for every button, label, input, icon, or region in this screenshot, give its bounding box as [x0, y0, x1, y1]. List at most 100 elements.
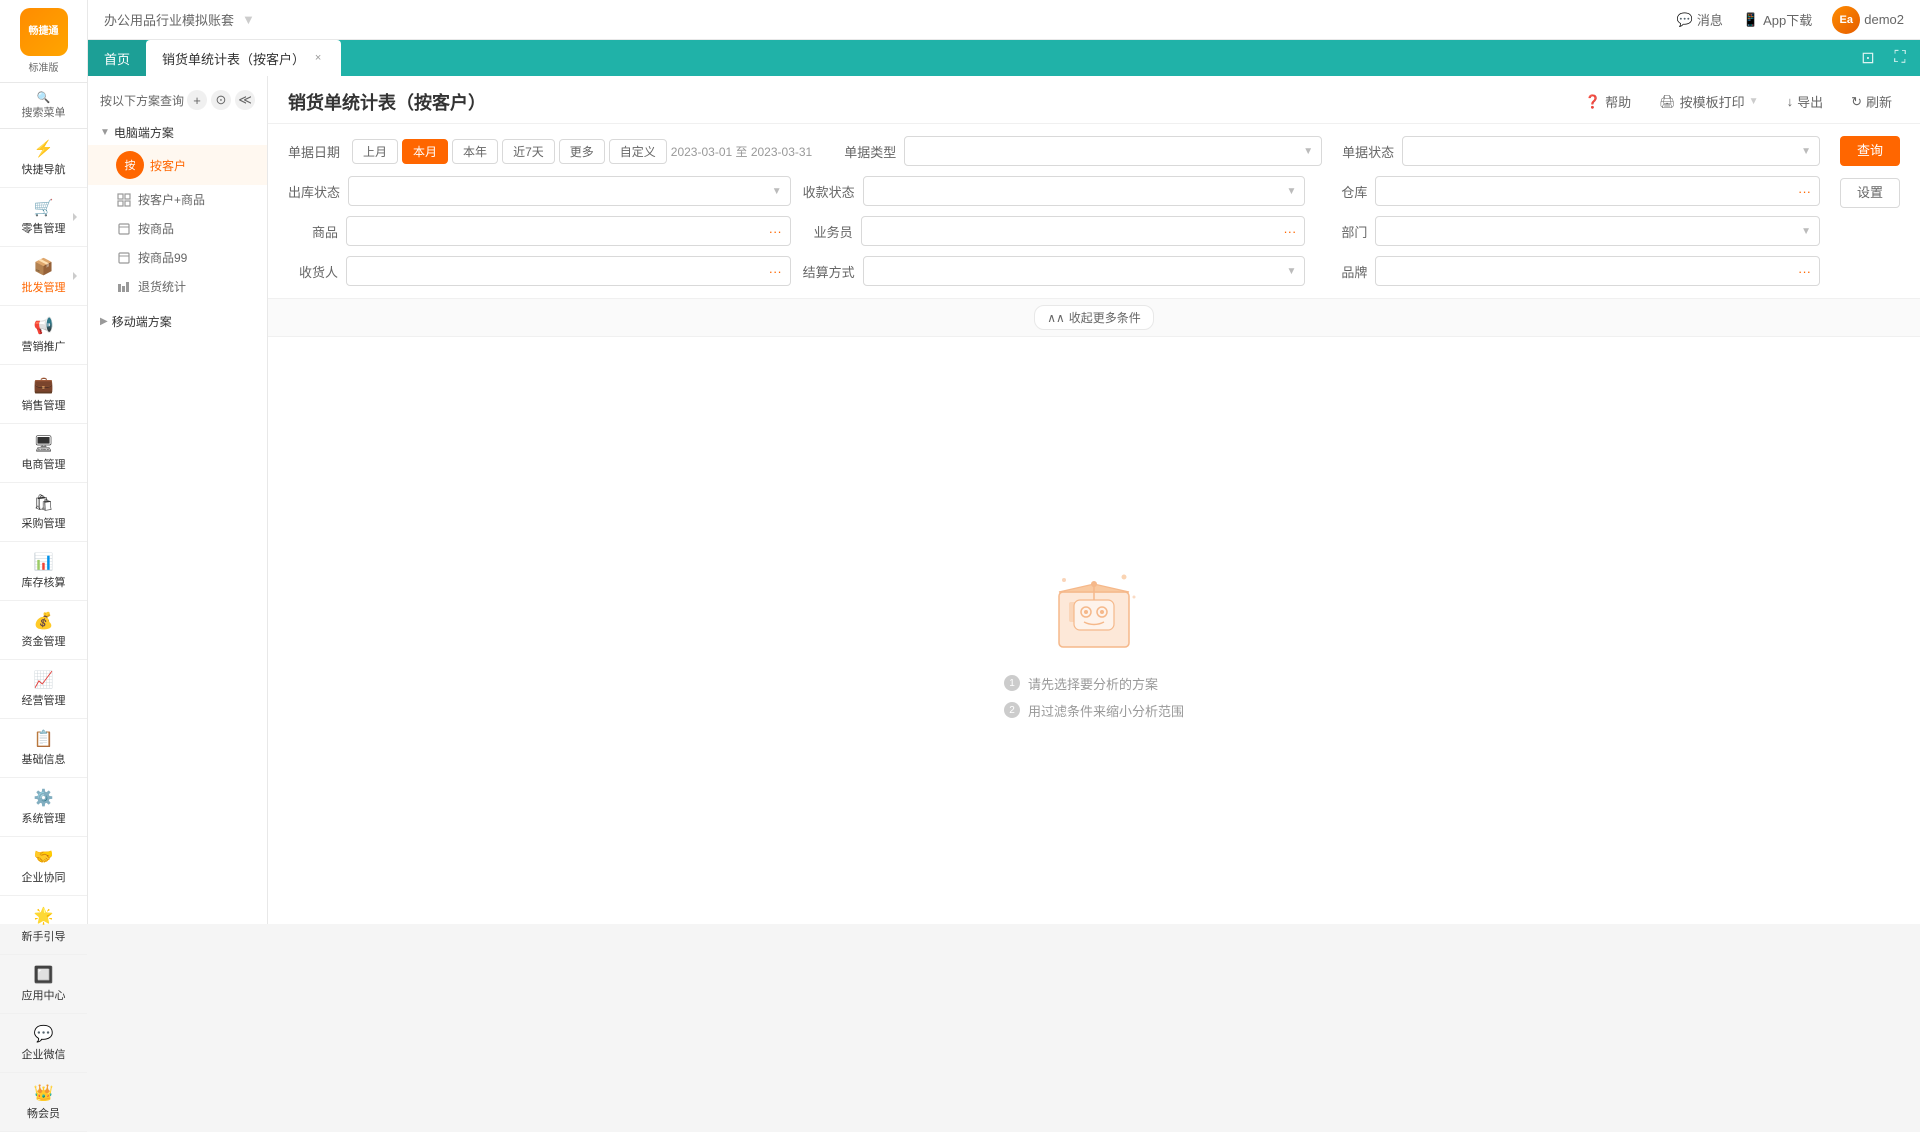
industry-label: 办公用品行业模拟账套	[104, 10, 234, 29]
member-icon: 👑	[34, 1083, 54, 1103]
product-input[interactable]: ···	[346, 216, 791, 246]
doc-status-select[interactable]: ▼	[1402, 136, 1820, 166]
date-btn-this-month[interactable]: 本月	[402, 139, 448, 164]
date-btn-custom[interactable]: 自定义	[609, 139, 667, 164]
tab-sales-stats[interactable]: 销货单统计表（按客户） ×	[146, 40, 341, 76]
tab-sales-stats-label: 销货单统计表（按客户）	[162, 49, 305, 68]
scheme-group-desktop-toggle[interactable]: ▼ 电脑端方案	[88, 120, 267, 145]
wechat-icon: 💬	[34, 1024, 54, 1044]
inventory-icon: 📊	[34, 552, 54, 572]
add-scheme-button[interactable]: +	[187, 90, 207, 110]
salesperson-input[interactable]: ···	[861, 216, 1306, 246]
sidebar-item-finance[interactable]: 💰 资金管理	[0, 601, 87, 660]
receiver-dots: ···	[769, 264, 782, 279]
help-button[interactable]: ❓ 帮助	[1577, 88, 1639, 115]
sidebar-item-marketing[interactable]: 📢 营销推广	[0, 306, 87, 365]
date-btn-last-month[interactable]: 上月	[352, 139, 398, 164]
collapse-bar: ∧∧ 收起更多条件	[268, 299, 1920, 337]
scheme-by-product-label: 按商品	[138, 220, 174, 237]
brand-input[interactable]: ···	[1375, 256, 1820, 286]
refresh-button[interactable]: ↻ 刷新	[1843, 88, 1900, 115]
tab-home[interactable]: 首页	[88, 40, 146, 76]
app-download-action[interactable]: 📱 App下载	[1743, 10, 1812, 29]
scheme-group-mobile-toggle[interactable]: ▶ 移动端方案	[88, 309, 267, 334]
finance-label: 资金管理	[22, 633, 66, 649]
department-select[interactable]: ▼	[1375, 216, 1820, 246]
ecommerce-label: 电商管理	[22, 456, 66, 472]
empty-tip-2: 2 用过滤条件来缩小分析范围	[1004, 701, 1184, 720]
payment-status-select[interactable]: ▼	[863, 176, 1306, 206]
apps-label: 应用中心	[22, 987, 66, 1003]
date-btn-this-year[interactable]: 本年	[452, 139, 498, 164]
scheme-item-customer-product[interactable]: 按客户+商品	[88, 185, 267, 214]
sidebar-item-ecommerce[interactable]: 🖥 电商管理	[0, 424, 87, 483]
desktop-group-label: 电脑端方案	[114, 124, 174, 141]
mobile-group-label: 移动端方案	[112, 313, 172, 330]
print-label: 按模板打印	[1680, 92, 1745, 111]
header-actions: 💬 消息 📱 App下载 Ea demo2	[1677, 6, 1904, 34]
tab-restore-button[interactable]: ⊡	[1856, 46, 1880, 70]
export-button[interactable]: ↓ 导出	[1779, 88, 1832, 115]
department-col: 部门 ▼	[1317, 216, 1820, 246]
print-button[interactable]: 🖨 按模板打印 ▼	[1651, 88, 1766, 115]
tip-num-1: 1	[1004, 675, 1020, 691]
warehouse-input[interactable]: ···	[1375, 176, 1820, 206]
date-btn-more[interactable]: 更多	[559, 139, 605, 164]
help-icon: ❓	[1585, 94, 1601, 110]
refresh-label: 刷新	[1866, 92, 1892, 111]
collapse-button[interactable]: ∧∧ 收起更多条件	[1034, 305, 1154, 330]
scheme-panel-title: 按以下方案查询	[100, 92, 184, 109]
member-label: 畅会员	[27, 1105, 60, 1121]
sidebar-item-wholesale[interactable]: 📦 批发管理	[0, 247, 87, 306]
scheme-item-return-stats[interactable]: 退货统计	[88, 272, 267, 301]
newbie-label: 新手引导	[22, 928, 66, 944]
sidebar: 畅捷通 标准版 🔍 搜索菜单 ⚡ 快捷导航 🛒 零售管理 📦 批发管理 📢 营销…	[0, 0, 88, 924]
purchase-label: 采购管理	[22, 515, 66, 531]
tab-maximize-button[interactable]: ⛶	[1888, 46, 1912, 70]
sidebar-item-collab[interactable]: 🤝 企业协同	[0, 837, 87, 896]
doc-type-select[interactable]: ▼	[904, 136, 1322, 166]
sidebar-item-operations[interactable]: 📈 经营管理	[0, 660, 87, 719]
empty-svg	[1034, 542, 1154, 662]
scheme-item-product99[interactable]: 按商品99	[88, 243, 267, 272]
search-menu-item[interactable]: 🔍 搜索菜单	[0, 83, 87, 129]
date-btn-last-7days[interactable]: 近7天	[502, 139, 555, 164]
collab-icon: 🤝	[34, 847, 54, 867]
filter-row-2: 出库状态 ▼ 收款状态 ▼	[288, 176, 1900, 206]
sidebar-item-member[interactable]: 👑 畅会员	[0, 1073, 87, 1132]
sidebar-item-newbie[interactable]: 🌟 新手引导	[0, 896, 87, 955]
settings-button[interactable]: 设置	[1840, 178, 1900, 208]
scheme-item-by-customer[interactable]: 按 按客户	[88, 145, 267, 185]
sidebar-item-sales[interactable]: 💼 销售管理	[0, 365, 87, 424]
settlement-col: 结算方式 ▼	[803, 256, 1306, 286]
sidebar-item-wechat[interactable]: 💬 企业微信	[0, 1014, 87, 1073]
tab-close-button[interactable]: ×	[311, 51, 325, 65]
user-profile[interactable]: Ea demo2	[1832, 6, 1904, 34]
content-area: 销货单统计表（按客户） ❓ 帮助 🖨 按模板打印 ▼ ↓ 导出	[268, 76, 1920, 924]
settlement-select[interactable]: ▼	[863, 256, 1306, 286]
desktop-group-arrow: ▼	[100, 127, 110, 138]
sidebar-item-system[interactable]: ⚙️ 系统管理	[0, 778, 87, 837]
sidebar-item-purchase[interactable]: 🛍 采购管理	[0, 483, 87, 542]
sidebar-item-quick-nav[interactable]: ⚡ 快捷导航	[0, 129, 87, 188]
scheme-item-by-product[interactable]: 按商品	[88, 214, 267, 243]
wholesale-icon: 📦	[34, 257, 54, 277]
scheme-settings-button[interactable]: ⊙	[211, 90, 231, 110]
scheme-collapse-button[interactable]: ≪	[235, 90, 255, 110]
sidebar-item-inventory[interactable]: 📊 库存核算	[0, 542, 87, 601]
finance-icon: 💰	[34, 611, 54, 631]
out-status-select[interactable]: ▼	[348, 176, 791, 206]
brand-label: 品牌	[1317, 262, 1367, 281]
print-arrow-icon: ▼	[1749, 96, 1759, 107]
settlement-label: 结算方式	[803, 262, 855, 281]
query-button[interactable]: 查询	[1840, 136, 1900, 166]
tab-bar: 首页 销货单统计表（按客户） × ⊡ ⛶	[88, 40, 1920, 76]
receiver-input[interactable]: ···	[346, 256, 791, 286]
sidebar-item-apps[interactable]: 🔲 应用中心	[0, 955, 87, 1014]
out-status-col: 出库状态 ▼	[288, 176, 791, 206]
sidebar-item-basic[interactable]: 📋 基础信息	[0, 719, 87, 778]
message-action[interactable]: 💬 消息	[1677, 10, 1723, 29]
sidebar-item-retail[interactable]: 🛒 零售管理	[0, 188, 87, 247]
title-actions: ❓ 帮助 🖨 按模板打印 ▼ ↓ 导出 ↻ 刷新	[1577, 88, 1900, 115]
scheme-actions: + ⊙ ≪	[187, 90, 255, 110]
